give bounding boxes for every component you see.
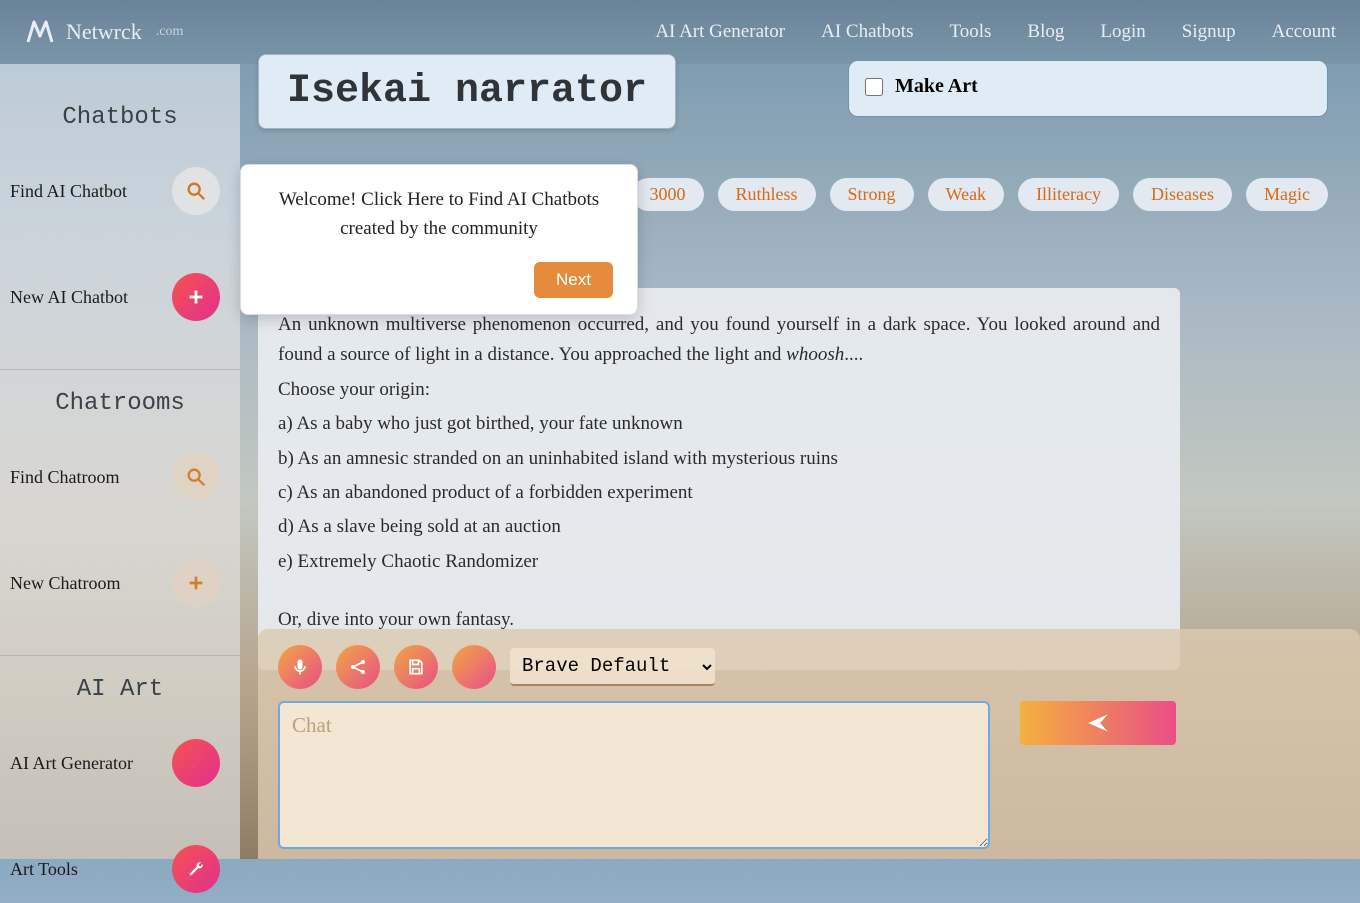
onboarding-tooltip: Welcome! Click Here to Find AI Chatbots … — [240, 164, 638, 315]
tag-illiteracy[interactable]: Illiteracy — [1018, 178, 1119, 211]
tooltip-text: Welcome! Click Here to Find AI Chatbots … — [265, 185, 613, 244]
search-icon[interactable] — [172, 167, 220, 215]
story-option-c: c) As an abandoned product of a forbidde… — [278, 478, 1160, 508]
sidebar-item-new-ai-chatbot[interactable]: New AI Chatbot — [0, 263, 240, 331]
plus-icon[interactable] — [172, 559, 220, 607]
story-option-a: a) As a baby who just got birthed, your … — [278, 409, 1160, 439]
sidebar-label: New Chatroom — [10, 573, 120, 594]
brand-tld: .com — [156, 24, 184, 40]
story-intro: An unknown multiverse phenomenon occurre… — [278, 310, 1160, 371]
divider — [0, 369, 240, 370]
spacer — [278, 581, 1160, 601]
tag-3000[interactable]: 3000 — [632, 178, 704, 211]
sidebar-label: Find Chatroom — [10, 467, 120, 488]
brush-icon[interactable] — [452, 645, 496, 689]
make-art-label: Make Art — [895, 75, 978, 98]
tag-diseases[interactable]: Diseases — [1133, 178, 1232, 211]
search-icon[interactable] — [172, 453, 220, 501]
chat-controls: Brave Default — [278, 645, 1340, 689]
story-choose: Choose your origin: — [278, 375, 1160, 405]
nav-blog[interactable]: Blog — [1027, 21, 1064, 43]
story-option-b: b) As an amnesic stranded on an uninhabi… — [278, 444, 1160, 474]
logo-icon — [24, 16, 56, 48]
nav-tools[interactable]: Tools — [949, 21, 991, 43]
sidebar: Chatbots Find AI Chatbot New AI Chatbot … — [0, 64, 240, 859]
share-icon[interactable] — [336, 645, 380, 689]
sidebar-label: Art Tools — [10, 859, 78, 880]
brand-wrap[interactable]: Netwrck .com — [24, 16, 183, 48]
story-card: An unknown multiverse phenomenon occurre… — [258, 288, 1180, 670]
chat-input[interactable] — [278, 701, 990, 849]
nav-ai-art-generator[interactable]: AI Art Generator — [655, 21, 785, 43]
brush-icon[interactable] — [172, 739, 220, 787]
sidebar-item-ai-art-generator[interactable]: AI Art Generator — [0, 729, 240, 797]
chatbot-title: Isekai narrator — [258, 54, 676, 129]
send-button[interactable] — [1020, 701, 1176, 745]
tag-ruthless[interactable]: Ruthless — [718, 178, 816, 211]
header-bar: Netwrck .com AI Art Generator AI Chatbot… — [0, 0, 1360, 64]
sidebar-item-find-chatroom[interactable]: Find Chatroom — [0, 443, 240, 511]
nav-account[interactable]: Account — [1272, 21, 1336, 43]
brand-name: Netwrck — [66, 19, 142, 45]
sidebar-item-find-ai-chatbot[interactable]: Find AI Chatbot — [0, 157, 240, 225]
microphone-icon[interactable] — [278, 645, 322, 689]
tooltip-next-button[interactable]: Next — [534, 262, 613, 298]
sidebar-label: Find AI Chatbot — [10, 181, 127, 202]
sidebar-section-chatbots: Chatbots — [0, 104, 240, 131]
save-icon[interactable] — [394, 645, 438, 689]
header-nav: AI Art Generator AI Chatbots Tools Blog … — [655, 21, 1336, 43]
make-art-checkbox[interactable] — [865, 78, 883, 96]
tag-weak[interactable]: Weak — [928, 178, 1005, 211]
sidebar-section-ai-art: AI Art — [0, 676, 240, 703]
nav-signup[interactable]: Signup — [1182, 21, 1236, 43]
wrench-icon[interactable] — [172, 845, 220, 893]
divider — [0, 655, 240, 656]
story-option-e: e) Extremely Chaotic Randomizer — [278, 547, 1160, 577]
story-intro-part-b: .... — [844, 344, 863, 365]
nav-ai-chatbots[interactable]: AI Chatbots — [821, 21, 913, 43]
nav-login[interactable]: Login — [1100, 21, 1145, 43]
tag-strong[interactable]: Strong — [830, 178, 914, 211]
sidebar-item-art-tools[interactable]: Art Tools — [0, 835, 240, 903]
chat-row — [278, 701, 1340, 849]
story-option-d: d) As a slave being sold at an auction — [278, 512, 1160, 542]
sidebar-item-new-chatroom[interactable]: New Chatroom — [0, 549, 240, 617]
story-whoosh: whoosh — [786, 344, 844, 365]
main-area: Isekai narrator Make Art me World 3000 R… — [240, 64, 1360, 859]
sidebar-section-chatrooms: Chatrooms — [0, 390, 240, 417]
sidebar-label: AI Art Generator — [10, 753, 133, 774]
sidebar-label: New AI Chatbot — [10, 287, 128, 308]
make-art-box: Make Art — [848, 60, 1328, 117]
chat-bar: Brave Default — [258, 629, 1360, 859]
tag-magic[interactable]: Magic — [1246, 178, 1328, 211]
plus-icon[interactable] — [172, 273, 220, 321]
story-intro-part-a: An unknown multiverse phenomenon occurre… — [278, 314, 1160, 365]
voice-select[interactable]: Brave Default — [510, 648, 715, 686]
